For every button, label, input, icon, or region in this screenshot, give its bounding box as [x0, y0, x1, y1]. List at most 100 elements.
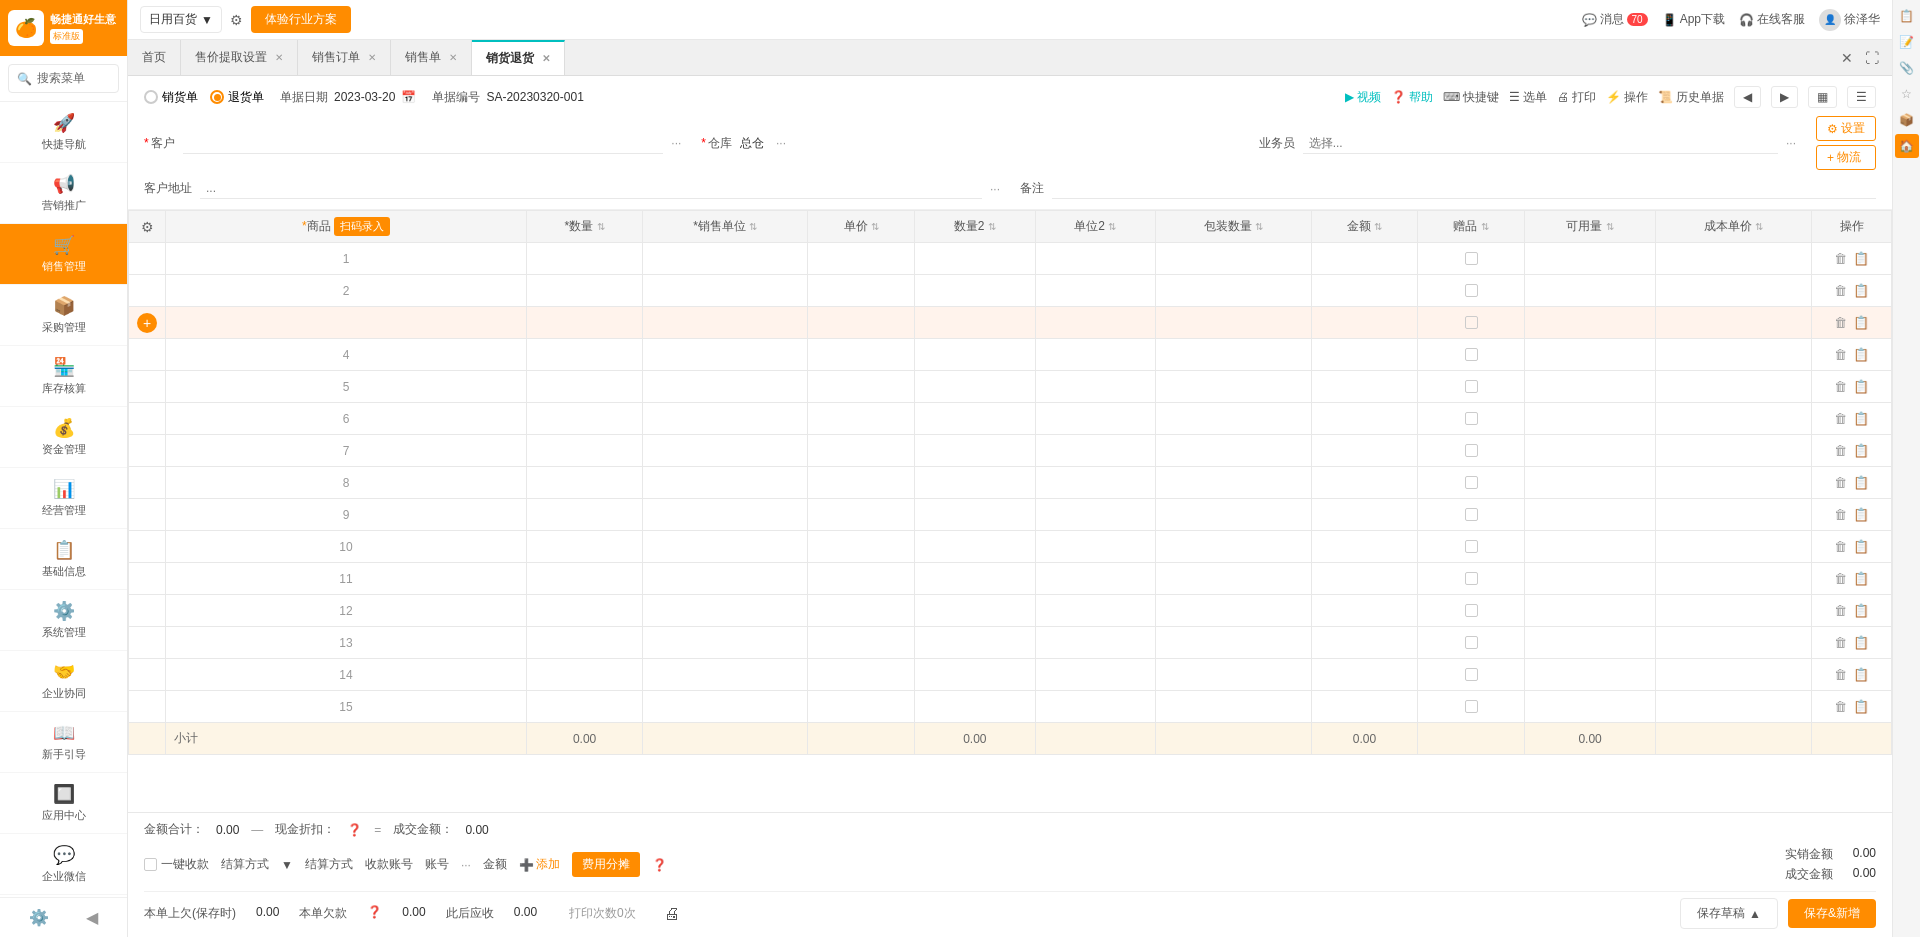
right-panel-btn-5[interactable]: 📦 [1895, 108, 1919, 132]
gift-sort-icon[interactable]: ⇅ [1481, 221, 1489, 232]
gift-checkbox[interactable] [1465, 540, 1478, 553]
copy-row-icon[interactable]: 📋 [1853, 539, 1869, 554]
note-input[interactable] [1052, 178, 1876, 199]
sidebar-item-enterprise[interactable]: 🤝 企业协同 [0, 651, 127, 712]
gift-checkbox[interactable] [1465, 412, 1478, 425]
right-panel-btn-active[interactable]: 🏠 [1895, 134, 1919, 158]
shortcut-action[interactable]: ⌨ 快捷键 [1443, 89, 1499, 106]
print-action[interactable]: 🖨 打印 [1557, 89, 1596, 106]
gift-checkbox[interactable] [1465, 636, 1478, 649]
delete-row-icon[interactable]: 🗑 [1834, 283, 1847, 298]
sidebar-item-sales[interactable]: 🛒 销售管理 [0, 224, 127, 285]
copy-row-icon[interactable]: 📋 [1853, 699, 1869, 714]
delete-row-icon[interactable]: 🗑 [1834, 379, 1847, 394]
calendar-icon[interactable]: 📅 [401, 90, 416, 104]
radio-sale-bill[interactable]: 销货单 [144, 89, 198, 106]
select-action[interactable]: ☰ 选单 [1509, 89, 1547, 106]
product-input-row3[interactable] [174, 313, 518, 333]
tab-close-all-button[interactable]: ✕ [1836, 48, 1858, 68]
address-input[interactable] [200, 178, 982, 199]
unit-sort-icon[interactable]: ⇅ [749, 221, 757, 232]
save-draft-button[interactable]: 保存草稿 ▲ [1680, 898, 1778, 929]
one-click-pay-checkbox[interactable]: 一键收款 [144, 856, 209, 873]
copy-row-icon[interactable]: 📋 [1853, 411, 1869, 426]
collapse-button[interactable]: ◀ [86, 908, 98, 927]
sidebar-item-wechat[interactable]: 💬 企业微信 [0, 834, 127, 895]
prev-record-button[interactable]: ◀ [1734, 86, 1761, 108]
sidebar-item-quick-nav[interactable]: 🚀 快捷导航 [0, 102, 127, 163]
help-action[interactable]: ❓ 帮助 [1391, 89, 1433, 106]
tab-sales-order-close-icon[interactable]: ✕ [368, 52, 376, 63]
tab-sales-order[interactable]: 销售订单 ✕ [298, 40, 391, 75]
delete-row-icon[interactable]: 🗑 [1834, 571, 1847, 586]
gift-checkbox[interactable] [1465, 604, 1478, 617]
sidebar-item-operations[interactable]: 📊 经营管理 [0, 468, 127, 529]
qty-sort-icon[interactable]: ⇅ [597, 221, 605, 232]
expense-help-icon[interactable]: ❓ [652, 858, 667, 872]
logistics-button[interactable]: + 物流 [1816, 145, 1876, 170]
staff-select-dots[interactable]: ··· [1786, 136, 1796, 150]
copy-row-icon[interactable]: 📋 [1853, 507, 1869, 522]
copy-row-icon[interactable]: 📋 [1853, 283, 1869, 298]
copy-row-icon[interactable]: 📋 [1853, 635, 1869, 650]
delete-row-icon[interactable]: 🗑 [1834, 347, 1847, 362]
account-dots[interactable]: ··· [461, 858, 471, 872]
copy-row-icon[interactable]: 📋 [1853, 315, 1869, 330]
delete-row-icon[interactable]: 🗑 [1834, 411, 1847, 426]
right-panel-btn-4[interactable]: ☆ [1895, 82, 1919, 106]
search-menu-button[interactable]: 🔍 搜索菜单 [8, 64, 119, 93]
sidebar-item-apps[interactable]: 🔲 应用中心 [0, 773, 127, 834]
tab-price-settings[interactable]: 售价提取设置 ✕ [181, 40, 298, 75]
settings-button[interactable]: ⚙ 设置 [1816, 116, 1876, 141]
delete-row-icon[interactable]: 🗑 [1834, 475, 1847, 490]
gift-checkbox[interactable] [1465, 508, 1478, 521]
grid-view-button[interactable]: ▦ [1808, 86, 1837, 108]
messages-button[interactable]: 💬 消息 70 [1582, 11, 1648, 28]
app-download-button[interactable]: 📱 App下载 [1662, 11, 1725, 28]
gift-checkbox[interactable] [1465, 668, 1478, 681]
right-panel-btn-1[interactable]: 📋 [1895, 4, 1919, 28]
price-sort-icon[interactable]: ⇅ [871, 221, 879, 232]
tab-home[interactable]: 首页 [128, 40, 181, 75]
staff-input[interactable] [1303, 133, 1778, 154]
sidebar-item-inventory[interactable]: 🏪 库存核算 [0, 346, 127, 407]
online-service-button[interactable]: 🎧 在线客服 [1739, 11, 1805, 28]
expense-split-button[interactable]: 费用分摊 [572, 852, 640, 877]
industry-selector[interactable]: 日用百货 ▼ [140, 6, 222, 33]
gift-checkbox[interactable] [1465, 700, 1478, 713]
customer-select-dots[interactable]: ··· [671, 136, 681, 150]
help-circle-icon[interactable]: ❓ [347, 823, 362, 837]
delete-row-icon[interactable]: 🗑 [1834, 315, 1847, 330]
tab-return-close-icon[interactable]: ✕ [542, 53, 550, 64]
add-payment-button[interactable]: ➕ 添加 [519, 856, 560, 873]
tab-price-close-icon[interactable]: ✕ [275, 52, 283, 63]
gift-checkbox[interactable] [1465, 284, 1478, 297]
delete-row-icon[interactable]: 🗑 [1834, 667, 1847, 682]
tab-sales[interactable]: 销售单 ✕ [391, 40, 472, 75]
settlement-dropdown-icon[interactable]: ▼ [281, 858, 293, 872]
sidebar-item-system[interactable]: ⚙️ 系统管理 [0, 590, 127, 651]
copy-row-icon[interactable]: 📋 [1853, 443, 1869, 458]
tab-sales-close-icon[interactable]: ✕ [449, 52, 457, 63]
address-dots[interactable]: ··· [990, 182, 1000, 196]
copy-row-icon[interactable]: 📋 [1853, 667, 1869, 682]
save-new-button[interactable]: 保存&新增 [1788, 899, 1876, 928]
operate-action[interactable]: ⚡ 操作 [1606, 89, 1648, 106]
gift-checkbox[interactable] [1465, 476, 1478, 489]
help-debt-icon[interactable]: ❓ [367, 905, 382, 923]
copy-row-icon[interactable]: 📋 [1853, 347, 1869, 362]
gift-checkbox[interactable] [1465, 348, 1478, 361]
qty2-sort-icon[interactable]: ⇅ [988, 221, 996, 232]
warehouse-select-dots[interactable]: ··· [776, 136, 786, 150]
delete-row-icon[interactable]: 🗑 [1834, 603, 1847, 618]
pkg-sort-icon[interactable]: ⇅ [1255, 221, 1263, 232]
sidebar-item-marketing[interactable]: 📢 营销推广 [0, 163, 127, 224]
list-view-button[interactable]: ☰ [1847, 86, 1876, 108]
next-record-button[interactable]: ▶ [1771, 86, 1798, 108]
sidebar-item-basic-info[interactable]: 📋 基础信息 [0, 529, 127, 590]
gift-checkbox[interactable] [1465, 316, 1478, 329]
gift-checkbox[interactable] [1465, 380, 1478, 393]
settings-bottom-button[interactable]: ⚙️ [29, 908, 49, 927]
sidebar-item-finance[interactable]: 💰 资金管理 [0, 407, 127, 468]
amount-sort-icon[interactable]: ⇅ [1374, 221, 1382, 232]
